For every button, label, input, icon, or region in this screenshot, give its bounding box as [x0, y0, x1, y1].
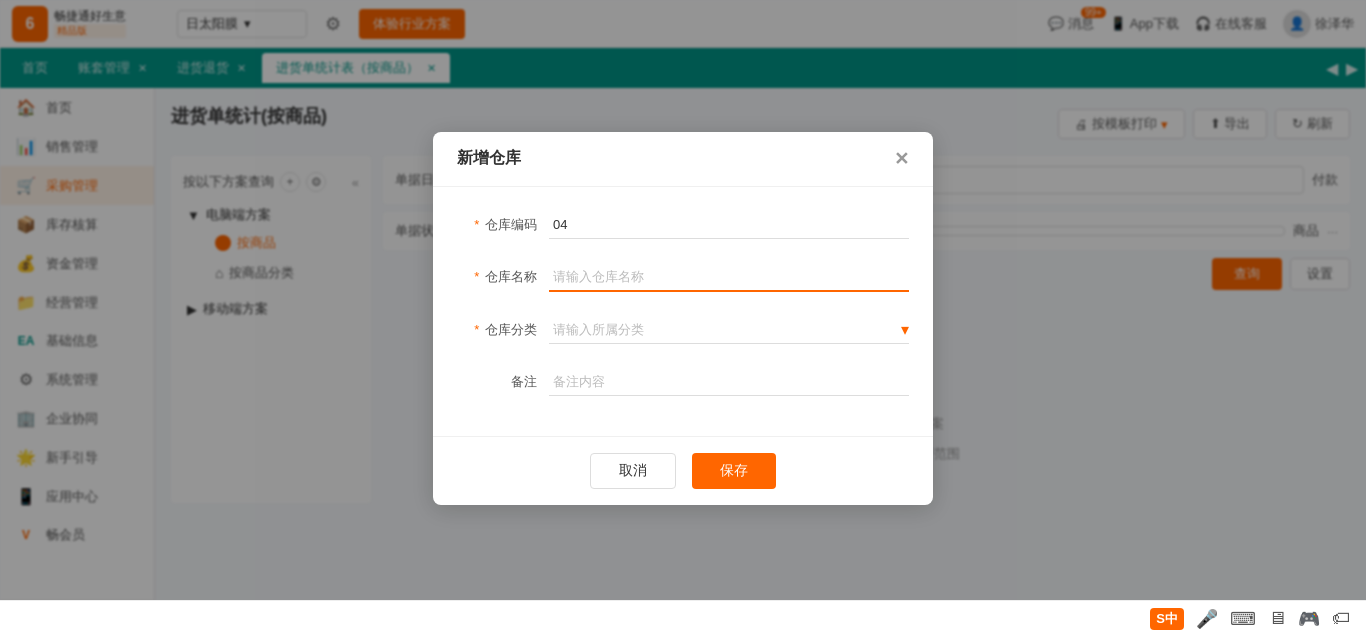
- dialog-header: 新增仓库 ✕: [433, 132, 933, 187]
- category-label: * 仓库分类: [457, 321, 537, 339]
- footer-logo: S中: [1150, 608, 1184, 630]
- dialog-close-icon[interactable]: ✕: [894, 148, 909, 170]
- save-button[interactable]: 保存: [692, 453, 776, 489]
- category-select[interactable]: ▾: [549, 316, 909, 344]
- dialog-body: * 仓库编码 * 仓库名称 * 仓库分类: [433, 187, 933, 428]
- code-input[interactable]: [549, 211, 909, 239]
- code-label: * 仓库编码: [457, 216, 537, 234]
- remark-input[interactable]: [549, 368, 909, 396]
- code-field-row: * 仓库编码: [457, 211, 909, 239]
- cancel-button[interactable]: 取消: [590, 453, 676, 489]
- footer-bar: S中 🎤 ⌨ 🖥 🎮 🏷: [0, 600, 1366, 636]
- new-warehouse-dialog: 新增仓库 ✕ * 仓库编码 * 仓库名称: [433, 132, 933, 505]
- mic-icon[interactable]: 🎤: [1196, 608, 1218, 630]
- dialog-overlay: 新增仓库 ✕ * 仓库编码 * 仓库名称: [0, 0, 1366, 636]
- category-dropdown-icon[interactable]: ▾: [901, 320, 909, 339]
- monitor-icon[interactable]: 🖥: [1268, 608, 1286, 629]
- name-input[interactable]: [549, 263, 909, 292]
- keyboard-icon[interactable]: ⌨: [1230, 608, 1256, 630]
- category-field-row: * 仓库分类 ▾: [457, 316, 909, 344]
- tag-icon[interactable]: 🏷: [1332, 608, 1350, 629]
- code-required-mark: *: [474, 217, 479, 232]
- category-required-mark: *: [474, 322, 479, 337]
- dialog-footer: 取消 保存: [433, 436, 933, 505]
- dialog-title: 新增仓库: [457, 148, 521, 169]
- gamepad-icon[interactable]: 🎮: [1298, 608, 1320, 630]
- category-input[interactable]: [549, 316, 901, 343]
- remark-label: 备注: [457, 373, 537, 391]
- name-required-mark: *: [474, 269, 479, 284]
- remark-field-row: 备注: [457, 368, 909, 396]
- name-label: * 仓库名称: [457, 268, 537, 286]
- name-field-row: * 仓库名称: [457, 263, 909, 292]
